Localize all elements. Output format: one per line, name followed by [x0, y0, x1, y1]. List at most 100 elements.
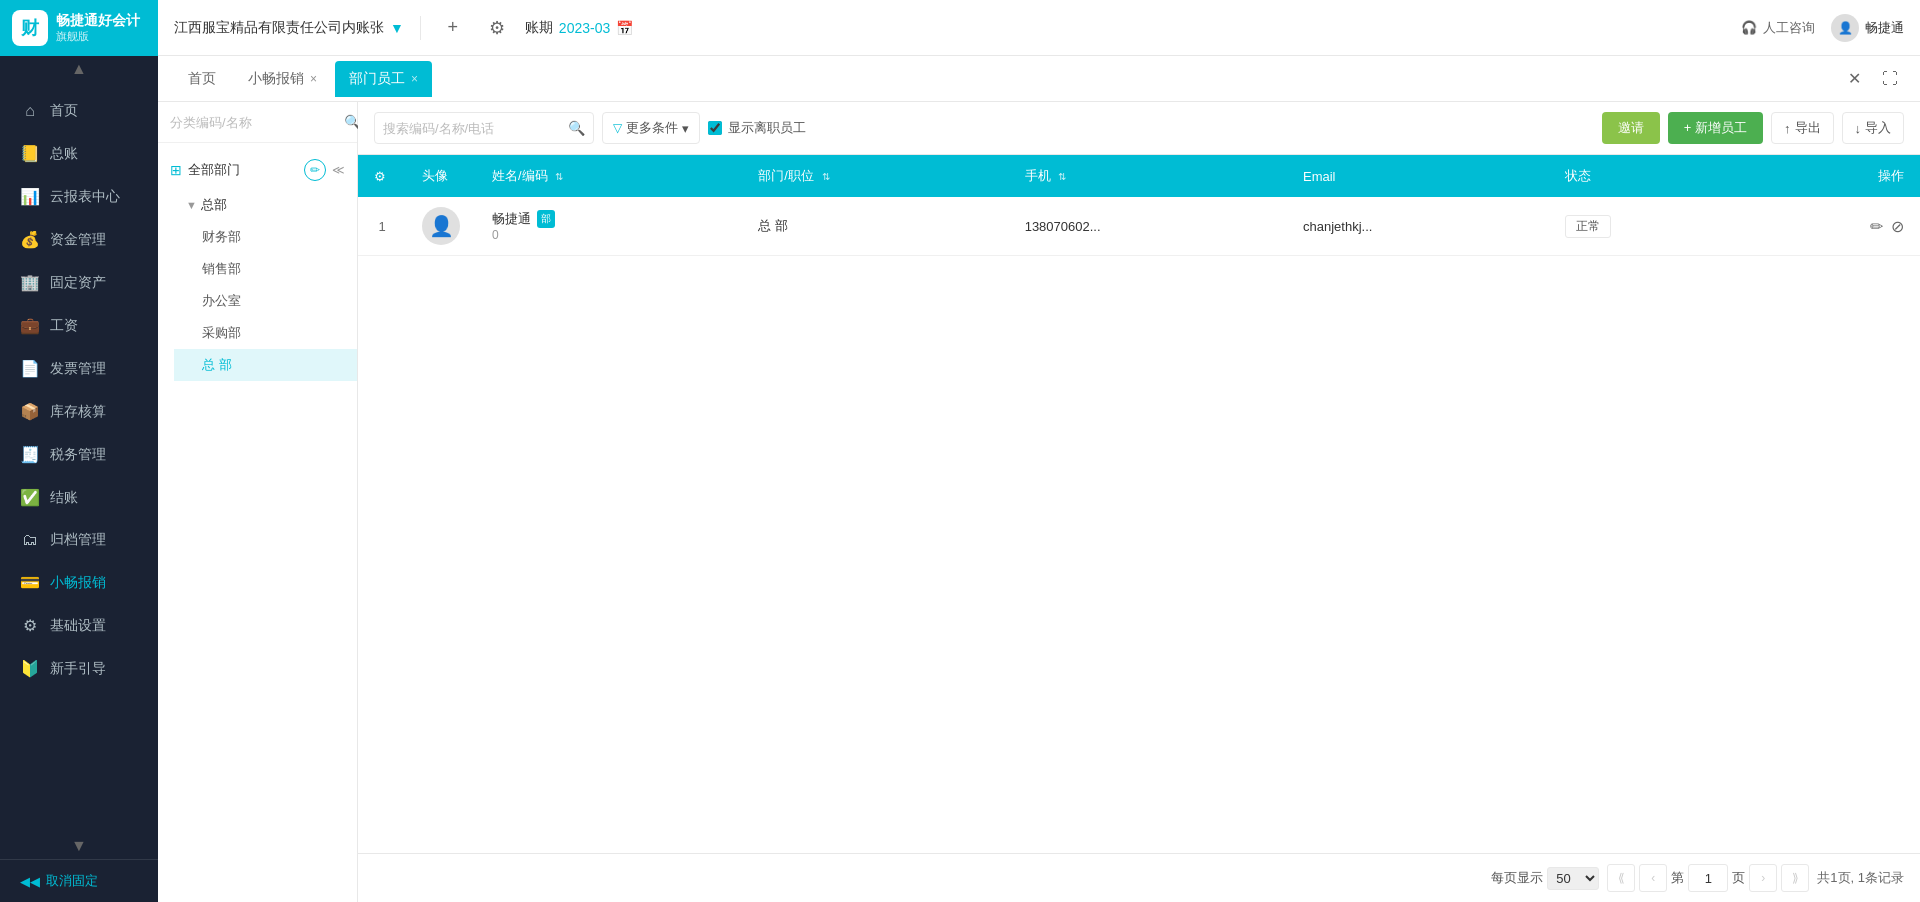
archive-icon: 🗂 [20, 531, 40, 549]
dept-item-sales[interactable]: 销售部 [174, 253, 357, 285]
tab-expense-close[interactable]: × [310, 72, 317, 86]
sidebar-nav: ⌂ 首页 📒 总账 📊 云报表中心 💰 资金管理 🏢 固定资产 💼 工资 📄 发… [0, 82, 158, 833]
tabs-maximize-button[interactable]: ⛶ [1876, 65, 1904, 93]
sidebar-item-payroll[interactable]: 💼 工资 [0, 304, 158, 347]
sidebar-item-label: 基础设置 [50, 617, 106, 635]
sort-dept-icon: ⇅ [822, 171, 830, 182]
cancel-pin-button[interactable]: ◀◀ 取消固定 [0, 859, 158, 902]
sidebar-item-reports[interactable]: 📊 云报表中心 [0, 175, 158, 218]
employee-table: ⚙ 头像 姓名/编码 ⇅ 部门/职位 ⇅ [358, 155, 1920, 256]
page-di-label: 第 [1671, 869, 1684, 887]
logo-sub: 旗舰版 [56, 29, 140, 44]
page-input[interactable] [1688, 864, 1728, 892]
sidebar-item-label: 发票管理 [50, 360, 106, 378]
user-menu[interactable]: 👤 畅捷通 [1831, 14, 1904, 42]
export-button[interactable]: ↑ 导出 [1771, 112, 1834, 144]
page-next-button[interactable]: › [1749, 864, 1777, 892]
sidebar-scroll-up[interactable]: ▲ [0, 56, 158, 82]
avatar-icon: 👤 [1838, 21, 1853, 35]
dept-collapse-icon[interactable]: ≪ [332, 163, 345, 177]
page-first-button[interactable]: ⟪ [1607, 864, 1635, 892]
sidebar-item-expense[interactable]: 💳 小畅报销 [0, 561, 158, 604]
service-button[interactable]: 🎧 人工咨询 [1741, 19, 1815, 37]
td-num: 1 [358, 197, 406, 256]
sidebar-item-archive[interactable]: 🗂 归档管理 [0, 519, 158, 561]
sidebar-item-tax[interactable]: 🧾 税务管理 [0, 433, 158, 476]
employee-avatar: 👤 [422, 207, 460, 245]
tab-dept-close[interactable]: × [411, 72, 418, 86]
column-settings-icon[interactable]: ⚙ [374, 169, 386, 184]
sidebar-item-assets[interactable]: 🏢 固定资产 [0, 261, 158, 304]
sidebar-item-invoice[interactable]: 📄 发票管理 [0, 347, 158, 390]
th-dept[interactable]: 部门/职位 ⇅ [742, 155, 1008, 197]
filter-button[interactable]: ▽ 更多条件 ▾ [602, 112, 700, 144]
dept-item-head[interactable]: 总 部 [174, 349, 357, 381]
edit-button[interactable]: ✏ [1870, 217, 1883, 236]
td-avatar: 👤 [406, 197, 476, 256]
tab-expense[interactable]: 小畅报销 × [234, 61, 331, 97]
dept-item-purchase[interactable]: 采购部 [174, 317, 357, 349]
dept-item-finance[interactable]: 财务部 [174, 221, 357, 253]
show-resigned-checkbox[interactable]: 显示离职员工 [708, 119, 806, 137]
employee-table-container: ⚙ 头像 姓名/编码 ⇅ 部门/职位 ⇅ [358, 155, 1920, 853]
all-dept-row[interactable]: ⊞ 全部部门 ✏ ≪ [158, 151, 357, 189]
th-phone[interactable]: 手机 ⇅ [1009, 155, 1287, 197]
dept-search-input[interactable] [170, 115, 338, 130]
assets-icon: 🏢 [20, 273, 40, 292]
dept-group-head: ▼ 总部 财务部 销售部 办公室 采购部 总 部 [158, 189, 357, 381]
sidebar-item-label: 工资 [50, 317, 78, 335]
main-content: 首页 小畅报销 × 部门员工 × ✕ ⛶ 🔍 ⊞ 全部部门 [158, 56, 1920, 902]
sidebar-item-funds[interactable]: 💰 资金管理 [0, 218, 158, 261]
sidebar-item-home[interactable]: ⌂ 首页 [0, 90, 158, 132]
sort-phone-icon: ⇅ [1058, 171, 1066, 182]
page-size-dropdown[interactable]: 10 20 50 100 [1547, 867, 1599, 890]
employee-search-input[interactable] [383, 121, 562, 136]
th-name[interactable]: 姓名/编码 ⇅ [476, 155, 742, 197]
page-prev-button[interactable]: ‹ [1639, 864, 1667, 892]
th-settings[interactable]: ⚙ [358, 155, 406, 197]
sidebar-item-ledger[interactable]: 📒 总账 [0, 132, 158, 175]
add-account-button[interactable]: + [437, 12, 469, 44]
company-selector[interactable]: 江西服宝精品有限责任公司内账张 ▼ [174, 19, 404, 37]
settings-button[interactable]: ⚙ [481, 12, 513, 44]
tab-dept[interactable]: 部门员工 × [335, 61, 432, 97]
left-panel: 🔍 ⊞ 全部部门 ✏ ≪ ▼ 总部 财务部 销售部 办公室 [158, 102, 358, 902]
sidebar-item-inventory[interactable]: 📦 库存核算 [0, 390, 158, 433]
sidebar-scroll-down[interactable]: ▼ [0, 833, 158, 859]
sidebar-item-label: 结账 [50, 489, 78, 507]
settings-icon: ⚙ [20, 616, 40, 635]
dept-group-head-label[interactable]: ▼ 总部 [174, 189, 357, 221]
tabs-close-button[interactable]: ✕ [1840, 65, 1868, 93]
sidebar-item-closing[interactable]: ✅ 结账 [0, 476, 158, 519]
dept-item-office[interactable]: 办公室 [174, 285, 357, 317]
page-last-button[interactable]: ⟫ [1781, 864, 1809, 892]
search-icon[interactable]: 🔍 [568, 120, 585, 136]
logout-button[interactable]: ⊘ [1891, 217, 1904, 236]
dept-edit-button[interactable]: ✏ [304, 159, 326, 181]
show-resigned-input[interactable] [708, 121, 722, 135]
add-employee-button[interactable]: + 新增员工 [1668, 112, 1763, 144]
status-badge: 正常 [1565, 215, 1611, 238]
closing-icon: ✅ [20, 488, 40, 507]
th-email: Email [1287, 155, 1549, 197]
sidebar-item-settings[interactable]: ⚙ 基础设置 [0, 604, 158, 647]
period-value: 2023-03 [559, 20, 610, 36]
avatar: 👤 [1831, 14, 1859, 42]
tab-dept-label: 部门员工 [349, 70, 405, 88]
invite-button[interactable]: 邀请 [1602, 112, 1660, 144]
td-dept: 总 部 [742, 197, 1008, 256]
td-name: 畅捷通 部 0 [476, 197, 742, 256]
tax-icon: 🧾 [20, 445, 40, 464]
logo-icon: 财 [12, 10, 48, 46]
period-display: 账期 2023-03 📅 [525, 19, 633, 37]
inventory-icon: 📦 [20, 402, 40, 421]
calendar-icon[interactable]: 📅 [616, 20, 633, 36]
import-button[interactable]: ↓ 导入 [1842, 112, 1905, 144]
sidebar-logo: 财 畅捷通好会计 旗舰版 [0, 0, 158, 56]
topbar-right: 🎧 人工咨询 👤 畅捷通 [1741, 14, 1904, 42]
tab-home[interactable]: 首页 [174, 61, 230, 97]
sidebar-item-guide[interactable]: 🔰 新手引导 [0, 647, 158, 690]
topbar: 江西服宝精品有限责任公司内账张 ▼ + ⚙ 账期 2023-03 📅 🎧 人工咨… [158, 0, 1920, 56]
company-dropdown-icon: ▼ [390, 20, 404, 36]
td-email: chanjethkj... [1287, 197, 1549, 256]
